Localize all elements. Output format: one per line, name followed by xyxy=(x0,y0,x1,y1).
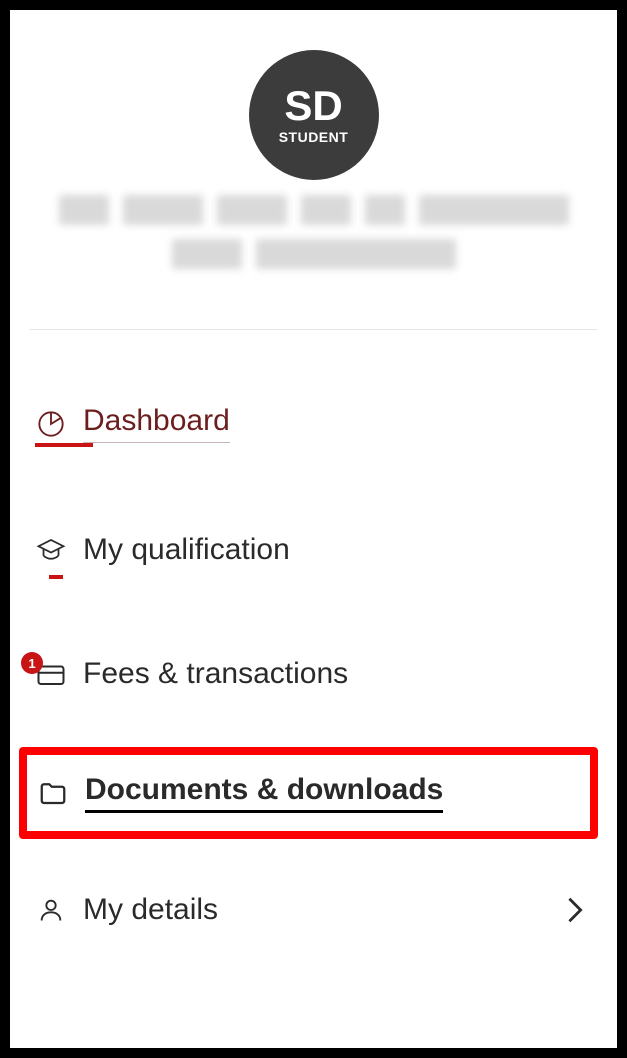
nav-item-qualification[interactable]: My qualification xyxy=(35,519,592,581)
avatar[interactable]: SD STUDENT xyxy=(249,50,379,180)
nav-list: Dashboard My qualification 1 Fees & tran… xyxy=(30,390,597,941)
card-icon: 1 xyxy=(35,658,67,690)
nav-item-documents[interactable]: Documents & downloads xyxy=(37,773,580,813)
nav-label-qualification: My qualification xyxy=(83,533,290,567)
divider xyxy=(30,329,597,330)
graduation-cap-icon xyxy=(35,534,67,566)
nav-label-documents: Documents & downloads xyxy=(85,773,443,813)
highlight-box: Documents & downloads xyxy=(19,747,598,839)
nav-label-dashboard: Dashboard xyxy=(83,404,230,443)
redacted-text xyxy=(40,195,587,269)
nav-item-fees[interactable]: 1 Fees & transactions xyxy=(35,643,592,705)
avatar-initials: SD xyxy=(284,85,342,127)
person-icon xyxy=(35,894,67,926)
pie-chart-icon xyxy=(35,408,67,440)
avatar-role: STUDENT xyxy=(279,129,349,145)
profile-section: SD STUDENT xyxy=(30,30,597,299)
nav-label-details: My details xyxy=(83,893,218,927)
nav-item-details[interactable]: My details xyxy=(35,879,592,941)
chevron-right-icon xyxy=(566,896,584,924)
folder-icon xyxy=(37,777,69,809)
notification-badge: 1 xyxy=(21,652,43,674)
nav-item-dashboard[interactable]: Dashboard xyxy=(35,390,592,457)
nav-label-fees: Fees & transactions xyxy=(83,657,348,691)
